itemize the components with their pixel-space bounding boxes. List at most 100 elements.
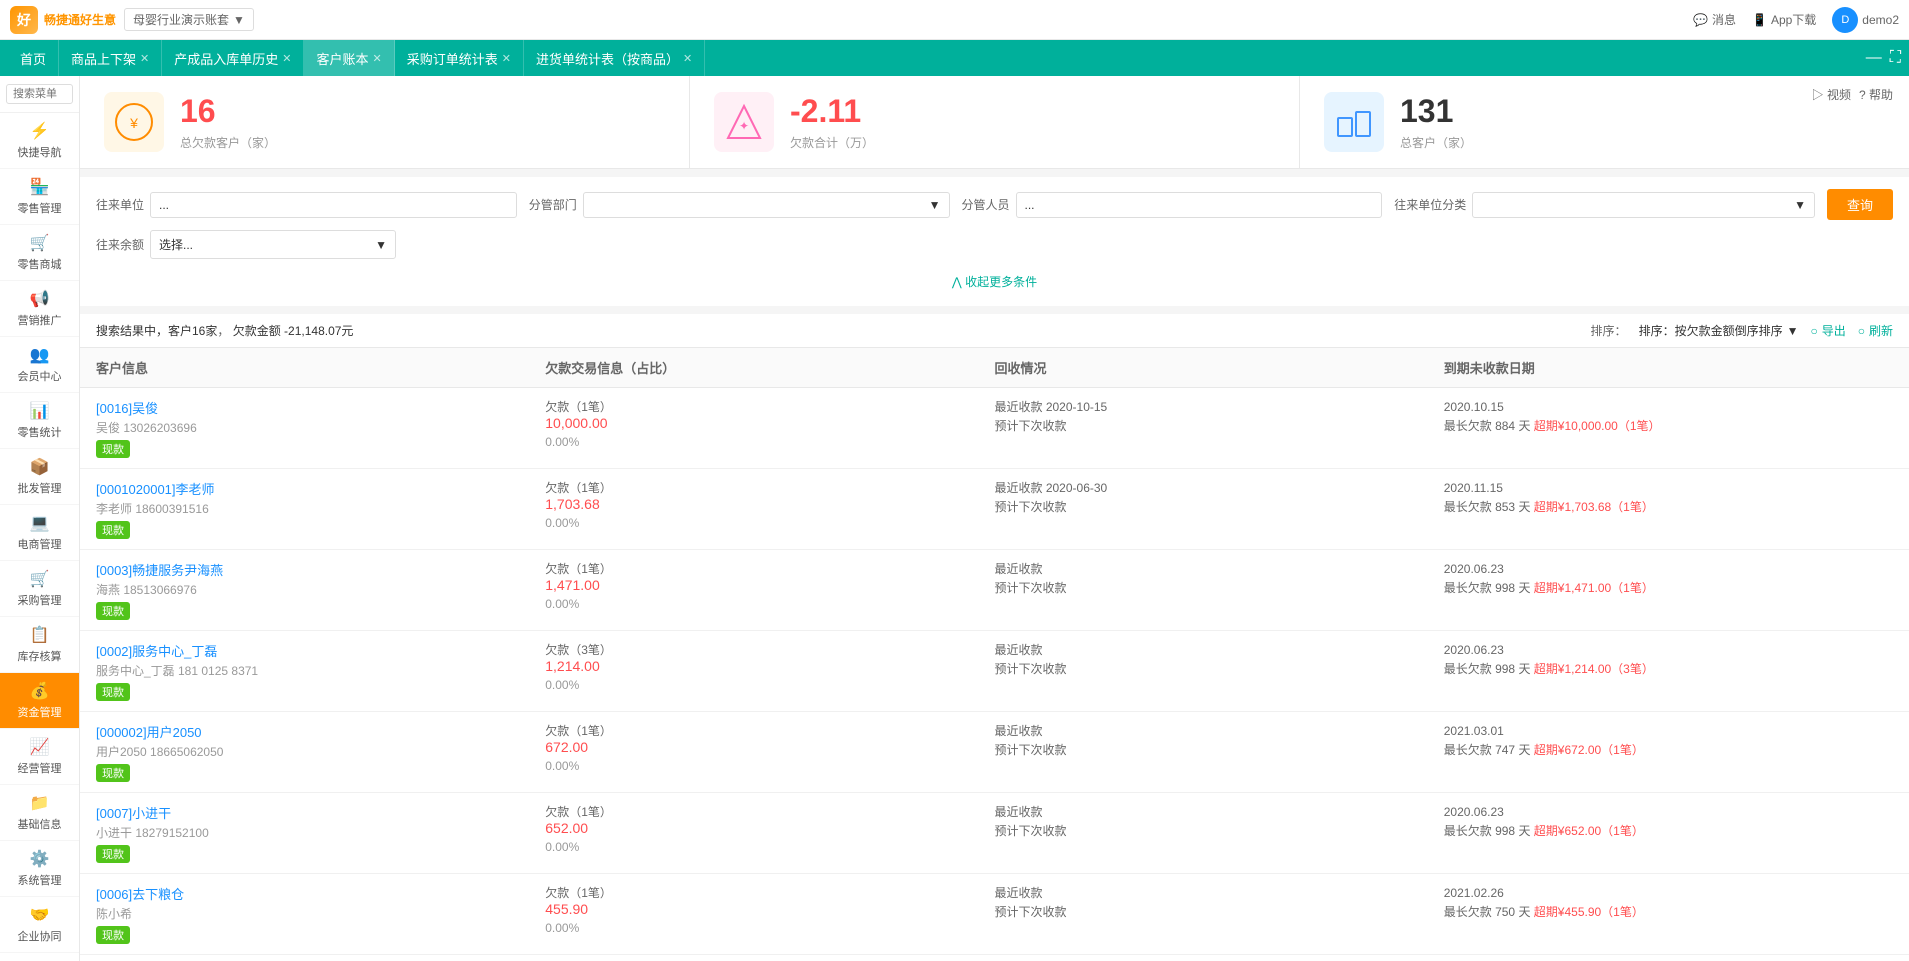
customer-name-link[interactable]: [0003]畅捷服务尹海燕 xyxy=(96,560,545,579)
sidebar-item-ecommerce[interactable]: 💻 电商管理 xyxy=(0,505,79,561)
video-btn[interactable]: ▷ 视频 xyxy=(1812,86,1851,103)
export-icon: ○ xyxy=(1810,324,1817,338)
sidebar-item-finance[interactable]: 💰 资金管理 xyxy=(0,673,79,729)
help-btn[interactable]: ? 帮助 xyxy=(1859,86,1893,103)
overdue-link[interactable]: 超期¥10,000.00（1笔） xyxy=(1534,419,1661,433)
next-payment: 预计下次收款 xyxy=(995,822,1444,841)
overdue-days: 最长欠款 884 天 超期¥10,000.00（1笔） xyxy=(1444,417,1893,436)
sidebar-item-label: 零售管理 xyxy=(18,200,62,216)
unit-category-select[interactable]: ▼ xyxy=(1472,192,1815,218)
debt-count: 欠款（1笔） xyxy=(545,803,994,820)
sidebar-item-retail-mall[interactable]: 🛒 零售商城 xyxy=(0,225,79,281)
refresh-button[interactable]: ○ 刷新 xyxy=(1858,322,1893,339)
sort-button[interactable]: 排序：按欠款金额倒序排序 ▼ xyxy=(1639,322,1799,339)
sidebar-item-marketing[interactable]: 📢 营销推广 xyxy=(0,281,79,337)
sidebar-item-retail-mgmt[interactable]: 🏪 零售管理 xyxy=(0,169,79,225)
minimize-icon[interactable]: — xyxy=(1866,49,1882,67)
overdue-link[interactable]: 超期¥455.90（1笔） xyxy=(1534,905,1644,919)
sidebar-item-basic[interactable]: 📁 基础信息 xyxy=(0,785,79,841)
due-date: 2020.11.15 xyxy=(1444,479,1893,498)
tab-customer-account[interactable]: 客户账本 ✕ xyxy=(304,40,394,76)
marketing-icon: 📢 xyxy=(30,289,50,309)
tab-incoming-stats[interactable]: 进货单统计表（按商品） ✕ xyxy=(524,40,705,76)
person-input[interactable]: ... xyxy=(1016,192,1383,218)
tab-customer-account-close[interactable]: ✕ xyxy=(373,52,382,65)
app-download-btn[interactable]: 📱 App下载 xyxy=(1752,11,1816,28)
overdue-days: 最长欠款 998 天 超期¥1,471.00（1笔） xyxy=(1444,579,1893,598)
stats-row: ¥ 16 总欠款客户（家） ✦ -2.11 欠款合计（万） xyxy=(80,76,1909,169)
top-bar-left: 好 畅捷通好生意 母婴行业演示账套 ▼ xyxy=(10,6,254,34)
dept-select[interactable]: ▼ xyxy=(583,192,950,218)
sidebar-item-enterprise-collab[interactable]: 🤝 企业协同 xyxy=(0,897,79,953)
due-date: 2020.06.23 xyxy=(1444,641,1893,660)
main-layout: ⚡ 快捷导航 🏪 零售管理 🛒 零售商城 📢 营销推广 👥 会员中心 📊 零售统… xyxy=(0,76,1909,961)
maximize-icon[interactable]: ⛶ xyxy=(1890,49,1901,67)
balance-select[interactable]: 选择... ▼ xyxy=(150,230,396,259)
col-due-date: 到期未收款日期 xyxy=(1444,358,1893,377)
sidebar-item-label: 会员中心 xyxy=(18,368,62,384)
tab-incoming-stats-close[interactable]: ✕ xyxy=(683,52,692,65)
tab-home[interactable]: 首页 xyxy=(8,40,59,76)
data-table: 客户信息 欠款交易信息（占比） 回收情况 到期未收款日期 [0016]吴俊 吴俊… xyxy=(80,348,1909,961)
customer-name-link[interactable]: [0007]小进干 xyxy=(96,803,545,822)
customer-name-link[interactable]: [000002]用户2050 xyxy=(96,722,545,741)
sidebar-item-label: 资金管理 xyxy=(18,704,62,720)
user-menu[interactable]: D demo2 xyxy=(1832,7,1899,33)
sidebar-item-newbie[interactable]: 🎯 新手引导 xyxy=(0,953,79,961)
source-unit-input[interactable]: ... xyxy=(150,192,517,218)
tab-produce-history[interactable]: 产成品入库单历史 ✕ xyxy=(162,40,304,76)
overdue-days: 最长欠款 853 天 超期¥1,703.68（1笔） xyxy=(1444,498,1893,517)
message-label: 消息 xyxy=(1712,11,1736,28)
tab-products-offline-close[interactable]: ✕ xyxy=(140,52,149,65)
overdue-link[interactable]: 超期¥652.00（1笔） xyxy=(1534,824,1644,838)
svg-text:✦: ✦ xyxy=(739,119,749,133)
sidebar-item-purchase[interactable]: 🛒 采购管理 xyxy=(0,561,79,617)
overdue-link[interactable]: 超期¥1,214.00（3笔） xyxy=(1534,662,1654,676)
retail-mgmt-icon: 🏪 xyxy=(30,177,50,197)
tab-products-offline[interactable]: 商品上下架 ✕ xyxy=(59,40,162,76)
export-label: 导出 xyxy=(1822,322,1846,339)
customer-name-link[interactable]: [0002]服务中心_丁磊 xyxy=(96,641,545,660)
due-date-cell: 2020.06.23 最长欠款 998 天 超期¥1,214.00（3笔） xyxy=(1444,641,1893,679)
customer-name-link[interactable]: [0006]去下粮仓 xyxy=(96,884,545,903)
debt-info-cell: 欠款（3笔） 1,214.00 0.00% xyxy=(545,641,994,692)
sidebar-item-inventory[interactable]: 📋 库存核算 xyxy=(0,617,79,673)
tab-produce-history-close[interactable]: ✕ xyxy=(282,52,291,65)
sidebar-item-member[interactable]: 👥 会员中心 xyxy=(0,337,79,393)
table-row: [0002]服务中心_丁磊 服务中心_丁磊 181 0125 8371 现款 欠… xyxy=(80,631,1909,712)
tab-purchase-stats-close[interactable]: ✕ xyxy=(502,52,511,65)
export-button[interactable]: ○ 导出 xyxy=(1810,322,1845,339)
customer-info-cell: [0007]小进干 小进干 18279152100 现款 xyxy=(96,803,545,863)
message-btn[interactable]: 💬 消息 xyxy=(1693,11,1736,28)
purchase-icon: 🛒 xyxy=(30,569,50,589)
enterprise-collab-icon: 🤝 xyxy=(30,905,50,925)
due-date: 2021.03.01 xyxy=(1444,722,1893,741)
overdue-link[interactable]: 超期¥1,703.68（1笔） xyxy=(1534,500,1654,514)
stat-card-debt-customers: ¥ 16 总欠款客户（家） xyxy=(80,76,690,168)
stat-number-total-customers: 131 xyxy=(1400,93,1472,130)
sidebar-item-retail-stats[interactable]: 📊 零售统计 xyxy=(0,393,79,449)
overdue-link[interactable]: 超期¥1,471.00（1笔） xyxy=(1534,581,1654,595)
collapse-filter-btn[interactable]: ⋀ 收起更多条件 xyxy=(96,269,1893,294)
sidebar-item-ops[interactable]: 📈 经营管理 xyxy=(0,729,79,785)
stat-icon-total-customers xyxy=(1324,92,1384,152)
search-input[interactable] xyxy=(6,84,73,104)
retail-stats-icon: 📊 xyxy=(30,401,50,421)
unit-category-label: 往来单位分类 xyxy=(1394,196,1466,213)
customer-name-link[interactable]: [0001020001]李老师 xyxy=(96,479,545,498)
sidebar-item-quick-nav[interactable]: ⚡ 快捷导航 xyxy=(0,113,79,169)
debt-pct: 0.00% xyxy=(545,678,994,692)
table-row: [000002]用户2050 用户2050 18665062050 现款 欠款（… xyxy=(80,712,1909,793)
customer-name-link[interactable]: [0016]吴俊 xyxy=(96,398,545,417)
table-row: [0007]小进干 小进干 18279152100 现款 欠款（1笔） 652.… xyxy=(80,793,1909,874)
tab-purchase-stats[interactable]: 采购订单统计表 ✕ xyxy=(395,40,524,76)
due-date-cell: 2020.06.23 最长欠款 998 天 超期¥1,471.00（1笔） xyxy=(1444,560,1893,598)
basic-icon: 📁 xyxy=(30,793,50,813)
search-button[interactable]: 查询 xyxy=(1827,189,1893,220)
overdue-link[interactable]: 超期¥672.00（1笔） xyxy=(1534,743,1644,757)
sidebar-item-system[interactable]: ⚙️ 系统管理 xyxy=(0,841,79,897)
next-payment: 预计下次收款 xyxy=(995,741,1444,760)
sidebar-item-batch-mgmt[interactable]: 📦 批发管理 xyxy=(0,449,79,505)
person-label: 分管人员 xyxy=(962,196,1010,213)
store-selector[interactable]: 母婴行业演示账套 ▼ xyxy=(124,8,254,31)
